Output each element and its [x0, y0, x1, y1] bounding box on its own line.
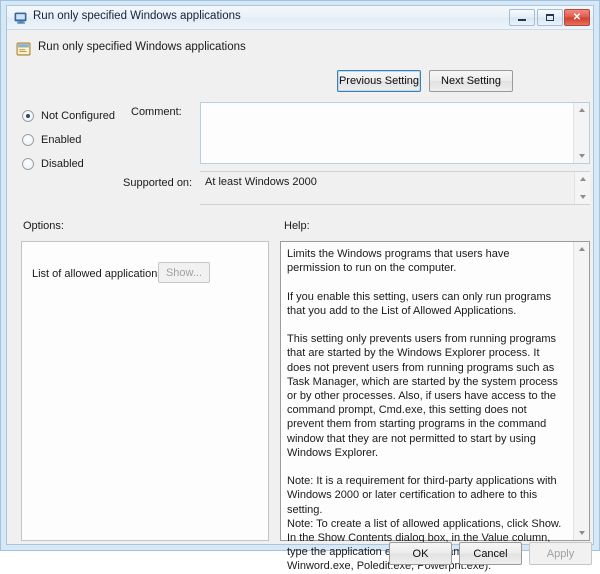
- dialog-window-inner: Run only specified Windows applications …: [6, 5, 594, 572]
- comment-scrollbar[interactable]: [573, 103, 589, 163]
- radio-indicator: [22, 158, 34, 170]
- help-label: Help:: [284, 220, 310, 232]
- scroll-down-icon[interactable]: [574, 149, 589, 163]
- radio-not-configured[interactable]: Not Configured: [22, 108, 115, 124]
- show-button[interactable]: Show...: [158, 262, 210, 283]
- dialog-body: Run only specified Windows applications …: [7, 30, 593, 572]
- page-title: Run only specified Windows applications: [38, 41, 246, 53]
- title-bar[interactable]: Run only specified Windows applications …: [7, 6, 593, 30]
- list-of-allowed-applications-label: List of allowed applications: [32, 268, 163, 280]
- radio-label: Enabled: [41, 134, 82, 146]
- cancel-button[interactable]: Cancel: [459, 542, 522, 565]
- supported-on-field: At least Windows 2000: [200, 171, 590, 205]
- minimize-icon: [510, 10, 534, 25]
- apply-button[interactable]: Apply: [529, 542, 592, 565]
- ok-button[interactable]: OK: [389, 542, 452, 565]
- scroll-up-icon[interactable]: [574, 103, 589, 117]
- radio-indicator: [22, 110, 34, 122]
- radio-label: Disabled: [41, 158, 84, 170]
- comment-label: Comment:: [131, 106, 182, 118]
- maximize-icon: [538, 10, 562, 25]
- window-title: Run only specified Windows applications: [33, 10, 241, 22]
- radio-label: Not Configured: [41, 110, 115, 122]
- scroll-up-icon[interactable]: [575, 172, 590, 186]
- comment-field[interactable]: [200, 102, 590, 164]
- policy-setting-icon: [16, 41, 32, 57]
- options-panel: List of allowed applications Show...: [21, 241, 269, 541]
- help-panel: Limits the Windows programs that users h…: [280, 241, 590, 572]
- maximize-button[interactable]: [537, 9, 563, 26]
- minimize-button[interactable]: [509, 9, 535, 26]
- options-label: Options:: [23, 220, 64, 232]
- policy-window-icon: [14, 11, 28, 25]
- scroll-up-icon[interactable]: [574, 242, 589, 256]
- supported-on-label: Supported on:: [123, 177, 193, 189]
- supported-on-scrollbar[interactable]: [574, 172, 590, 204]
- scroll-down-icon[interactable]: [574, 526, 589, 540]
- next-setting-button[interactable]: Next Setting: [429, 70, 513, 92]
- help-text: Limits the Windows programs that users h…: [287, 248, 562, 573]
- previous-setting-button[interactable]: Previous Setting: [337, 70, 421, 92]
- radio-indicator: [22, 134, 34, 146]
- supported-on-value: At least Windows 2000: [205, 176, 317, 188]
- help-scrollbar[interactable]: [573, 242, 589, 540]
- close-icon: ✕: [572, 11, 582, 23]
- dialog-window: Run only specified Windows applications …: [0, 0, 600, 572]
- radio-disabled[interactable]: Disabled: [22, 156, 84, 172]
- scroll-down-icon[interactable]: [575, 190, 590, 204]
- close-button[interactable]: ✕: [564, 9, 590, 26]
- radio-enabled[interactable]: Enabled: [22, 132, 81, 148]
